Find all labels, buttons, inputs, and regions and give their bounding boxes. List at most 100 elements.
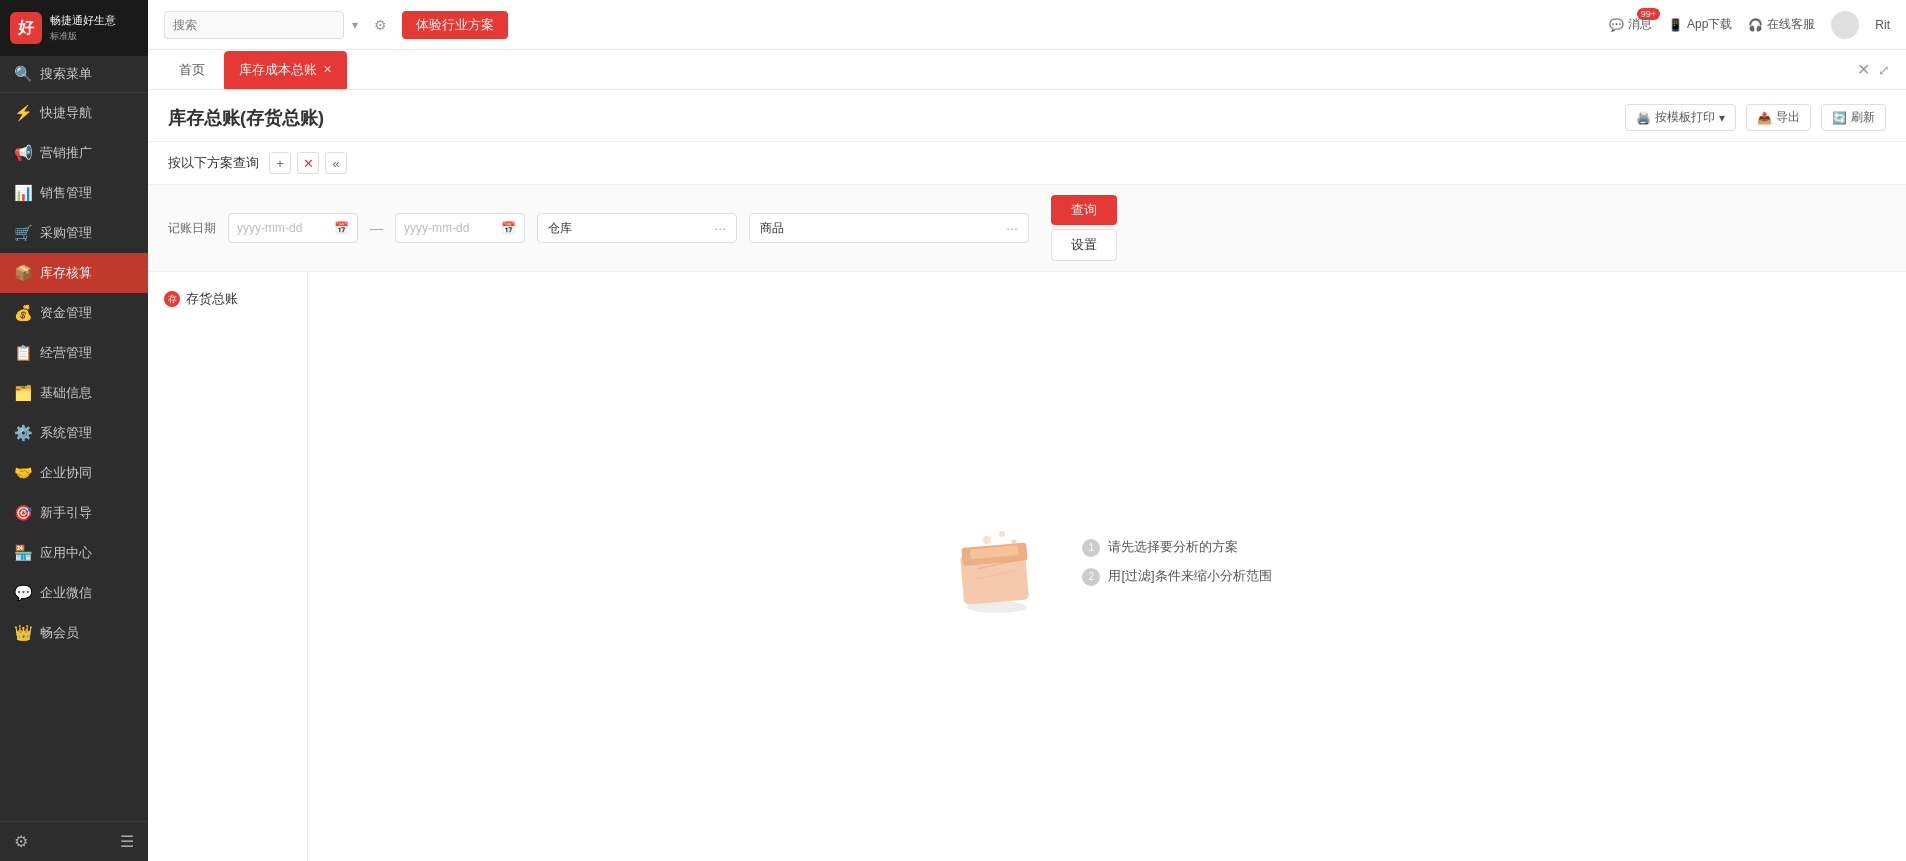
empty-illustration bbox=[942, 512, 1052, 622]
sidebar-item-label: 畅会员 bbox=[40, 624, 79, 642]
refresh-button[interactable]: 🔄 刷新 bbox=[1821, 104, 1886, 131]
sidebar-item-purchase[interactable]: 🛒 采购管理 bbox=[0, 213, 148, 253]
export-button[interactable]: 📤 导出 bbox=[1746, 104, 1811, 131]
calendar-end-icon[interactable]: 📅 bbox=[501, 221, 516, 235]
scheme-item-goods-ledger[interactable]: 存 存货总账 bbox=[148, 282, 307, 316]
filter-add-button[interactable]: + bbox=[269, 152, 291, 174]
basic-icon: 🗂️ bbox=[14, 384, 32, 402]
setting-button[interactable]: 设置 bbox=[1051, 229, 1117, 261]
page-actions: 🖨️ 按模板打印 ▾ 📤 导出 🔄 刷新 bbox=[1625, 104, 1886, 131]
sidebar-item-enterprise[interactable]: 🤝 企业协同 bbox=[0, 453, 148, 493]
page-header: 库存总账(存货总账) 🖨️ 按模板打印 ▾ 📤 导出 🔄 刷新 bbox=[148, 90, 1906, 142]
sidebar-item-guide[interactable]: 🎯 新手引导 bbox=[0, 493, 148, 533]
refresh-label: 刷新 bbox=[1851, 109, 1875, 126]
goods-more-icon[interactable]: ··· bbox=[1006, 220, 1018, 236]
sidebar-item-quicknav[interactable]: ⚡ 快捷导航 bbox=[0, 93, 148, 133]
sidebar-item-inventory[interactable]: 📦 库存核算 bbox=[0, 253, 148, 293]
calendar-start-icon[interactable]: 📅 bbox=[334, 221, 349, 235]
sidebar-item-label: 资金管理 bbox=[40, 304, 92, 322]
service-icon: 🎧 bbox=[1748, 18, 1763, 32]
template-print-button[interactable]: 🖨️ 按模板打印 ▾ bbox=[1625, 104, 1736, 131]
scheme-item-label: 存货总账 bbox=[186, 290, 238, 308]
operations-icon: 📋 bbox=[14, 344, 32, 362]
warehouse-more-icon[interactable]: ··· bbox=[714, 220, 726, 236]
sales-icon: 📊 bbox=[14, 184, 32, 202]
user-avatar bbox=[1831, 11, 1859, 39]
tab-inventory-ledger[interactable]: 库存成本总账 ✕ bbox=[224, 51, 347, 89]
warehouse-select[interactable]: 仓库 ··· bbox=[537, 213, 737, 243]
date-start-placeholder: yyyy-mm-dd bbox=[237, 221, 302, 235]
topbar-dropdown-arrow[interactable]: ▾ bbox=[352, 18, 358, 32]
sidebar-item-system[interactable]: ⚙️ 系统管理 bbox=[0, 413, 148, 453]
svg-point-8 bbox=[1012, 539, 1017, 544]
quicknav-icon: ⚡ bbox=[14, 104, 32, 122]
guide-icon: 🎯 bbox=[14, 504, 32, 522]
sidebar-item-appstore[interactable]: 🏪 应用中心 bbox=[0, 533, 148, 573]
finance-icon: 💰 bbox=[14, 304, 32, 322]
panel-expand-icon[interactable]: ⤢ bbox=[1878, 62, 1890, 78]
date-end-input[interactable]: yyyy-mm-dd 📅 bbox=[395, 213, 525, 243]
search-icon: 🔍 bbox=[14, 65, 32, 83]
date-end-placeholder: yyyy-mm-dd bbox=[404, 221, 469, 235]
sidebar-item-sales[interactable]: 📊 销售管理 bbox=[0, 173, 148, 213]
topbar-online-service[interactable]: 🎧 在线客服 bbox=[1748, 16, 1815, 33]
goods-label: 商品 bbox=[760, 220, 784, 237]
empty-svg bbox=[942, 512, 1052, 622]
tab-panel-right: ✕ ⤢ bbox=[1857, 60, 1890, 79]
panel-close-button[interactable]: ✕ bbox=[1857, 60, 1870, 79]
step-2-num: 2 bbox=[1082, 568, 1100, 586]
filter-delete-button[interactable]: ✕ bbox=[297, 152, 319, 174]
sidebar-item-finance[interactable]: 💰 资金管理 bbox=[0, 293, 148, 333]
refresh-icon: 🔄 bbox=[1832, 111, 1847, 125]
sidebar-item-operations[interactable]: 📋 经营管理 bbox=[0, 333, 148, 373]
marketing-icon: 📢 bbox=[14, 144, 32, 162]
app-icon: 📱 bbox=[1668, 18, 1683, 32]
date-start-input[interactable]: yyyy-mm-dd 📅 bbox=[228, 213, 358, 243]
username-label[interactable]: Rit bbox=[1875, 18, 1890, 32]
svg-point-6 bbox=[983, 536, 991, 544]
sidebar-item-label: 系统管理 bbox=[40, 424, 92, 442]
scheme-panel: 存 存货总账 bbox=[148, 272, 308, 861]
tab-home[interactable]: 首页 bbox=[164, 51, 220, 89]
topbar-search-input[interactable] bbox=[164, 11, 344, 39]
tab-close-icon[interactable]: ✕ bbox=[323, 63, 332, 76]
print-dropdown-icon[interactable]: ▾ bbox=[1719, 111, 1725, 125]
trial-button[interactable]: 体验行业方案 bbox=[402, 11, 508, 39]
filter-row: 记账日期 yyyy-mm-dd 📅 — yyyy-mm-dd 📅 仓库 ··· … bbox=[148, 185, 1906, 272]
sidebar-item-label: 企业微信 bbox=[40, 584, 92, 602]
sidebar-item-label: 营销推广 bbox=[40, 144, 92, 162]
appstore-icon: 🏪 bbox=[14, 544, 32, 562]
sidebar-item-label: 新手引导 bbox=[40, 504, 92, 522]
sidebar-search-label: 搜索菜单 bbox=[40, 65, 92, 83]
menu-footer-icon[interactable]: ☰ bbox=[120, 832, 134, 851]
topbar-gear-icon[interactable]: ⚙ bbox=[366, 11, 394, 39]
message-badge: 99+ bbox=[1637, 8, 1660, 20]
svg-point-7 bbox=[999, 531, 1005, 537]
wechat-icon: 💬 bbox=[14, 584, 32, 602]
sidebar-item-member[interactable]: 👑 畅会员 bbox=[0, 613, 148, 653]
filter-scheme-label: 按以下方案查询 bbox=[168, 154, 259, 172]
warehouse-label: 仓库 bbox=[548, 220, 572, 237]
export-label: 导出 bbox=[1776, 109, 1800, 126]
inventory-icon: 📦 bbox=[14, 264, 32, 282]
step-2-text: 用[过滤]条件来缩小分析范围 bbox=[1108, 567, 1271, 585]
topbar: ▾ ⚙ 体验行业方案 💬 消息 99+ 📱 App下载 🎧 在线客服 Rit bbox=[148, 0, 1906, 50]
print-icon: 🖨️ bbox=[1636, 111, 1651, 125]
sidebar-item-basic[interactable]: 🗂️ 基础信息 bbox=[0, 373, 148, 413]
sidebar-item-label: 经营管理 bbox=[40, 344, 92, 362]
goods-select[interactable]: 商品 ··· bbox=[749, 213, 1029, 243]
system-icon: ⚙️ bbox=[14, 424, 32, 442]
date-field-label: 记账日期 bbox=[168, 220, 216, 237]
query-button[interactable]: 查询 bbox=[1051, 195, 1117, 225]
topbar-app-download[interactable]: 📱 App下载 bbox=[1668, 16, 1732, 33]
template-print-label: 按模板打印 bbox=[1655, 109, 1715, 126]
sidebar-search[interactable]: 🔍 搜索菜单 bbox=[0, 56, 148, 93]
topbar-messages[interactable]: 💬 消息 99+ bbox=[1609, 16, 1652, 33]
sidebar-item-marketing[interactable]: 📢 营销推广 bbox=[0, 133, 148, 173]
sidebar-item-label: 采购管理 bbox=[40, 224, 92, 242]
filter-collapse-button[interactable]: « bbox=[325, 152, 347, 174]
settings-footer-icon[interactable]: ⚙ bbox=[14, 832, 28, 851]
topbar-right: 💬 消息 99+ 📱 App下载 🎧 在线客服 Rit bbox=[1609, 11, 1890, 39]
sidebar-item-wechat[interactable]: 💬 企业微信 bbox=[0, 573, 148, 613]
tabs-bar: 首页 库存成本总账 ✕ ✕ ⤢ bbox=[148, 50, 1906, 90]
